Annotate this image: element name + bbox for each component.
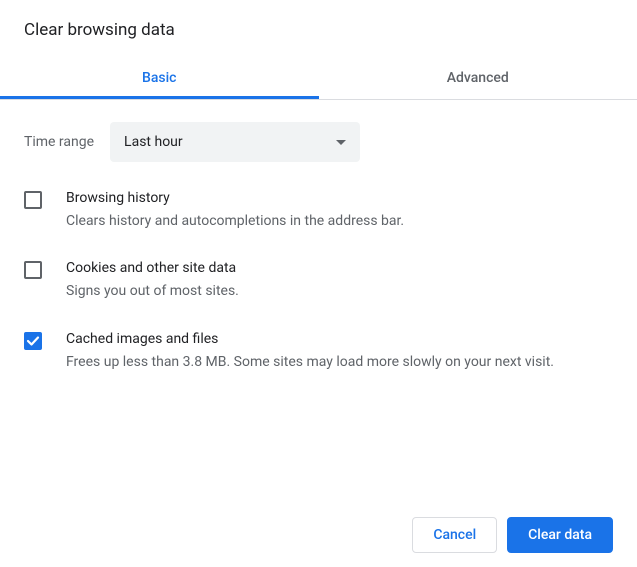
option-label: Cached images and files — [66, 331, 554, 347]
tab-basic[interactable]: Basic — [0, 58, 319, 99]
tabs: Basic Advanced — [0, 58, 637, 100]
option-browsing-history: Browsing history Clears history and auto… — [24, 190, 613, 232]
checkbox-cached[interactable] — [24, 332, 42, 350]
dialog-title: Clear browsing data — [24, 20, 613, 40]
option-desc: Frees up less than 3.8 MB. Some sites ma… — [66, 351, 554, 373]
chevron-down-icon — [336, 140, 346, 145]
checkmark-icon — [25, 333, 41, 349]
option-cookies: Cookies and other site data Signs you ou… — [24, 260, 613, 302]
time-range-select[interactable]: Last hour — [110, 122, 360, 162]
checkbox-browsing-history[interactable] — [24, 191, 42, 209]
option-desc: Clears history and autocompletions in th… — [66, 210, 404, 232]
option-label: Cookies and other site data — [66, 260, 239, 276]
time-range-label: Time range — [24, 134, 94, 150]
checkbox-cookies[interactable] — [24, 261, 42, 279]
tab-advanced[interactable]: Advanced — [319, 58, 637, 99]
cancel-button[interactable]: Cancel — [412, 517, 497, 553]
time-range-value: Last hour — [124, 134, 183, 150]
option-desc: Signs you out of most sites. — [66, 280, 239, 302]
dialog-footer: Cancel Clear data — [412, 517, 613, 553]
option-cached: Cached images and files Frees up less th… — [24, 331, 613, 373]
clear-data-button[interactable]: Clear data — [507, 517, 613, 553]
option-label: Browsing history — [66, 190, 404, 206]
